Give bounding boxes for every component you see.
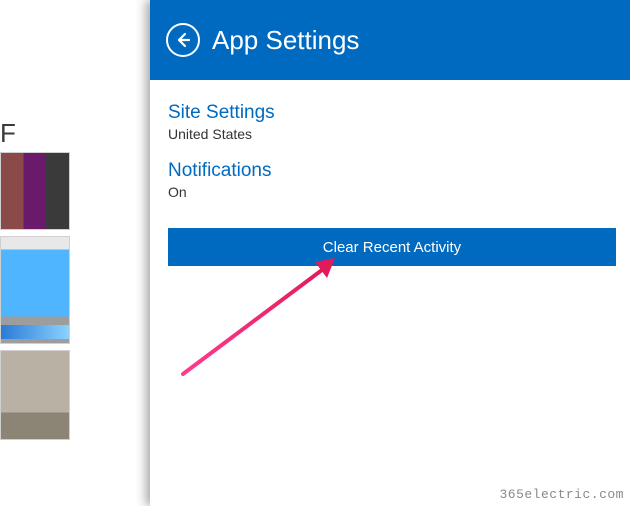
section-letter: F [0, 118, 16, 149]
site-settings-value: United States [168, 126, 612, 142]
notifications-value: On [168, 184, 612, 200]
background-page: F [0, 0, 150, 506]
list-item [0, 350, 70, 440]
list-item [0, 236, 70, 344]
notifications-heading[interactable]: Notifications [168, 160, 612, 182]
page-title: App Settings [212, 25, 359, 56]
clear-recent-activity-button[interactable]: Clear Recent Activity [168, 228, 616, 266]
panel-body: Site Settings United States Notification… [150, 80, 630, 266]
list-item [0, 152, 70, 230]
site-settings-heading[interactable]: Site Settings [168, 102, 612, 124]
back-arrow-icon [174, 31, 192, 49]
back-button[interactable] [166, 23, 200, 57]
watermark: 365electric.com [499, 487, 624, 502]
settings-panel: App Settings Site Settings United States… [150, 0, 630, 506]
panel-header: App Settings [150, 0, 630, 80]
